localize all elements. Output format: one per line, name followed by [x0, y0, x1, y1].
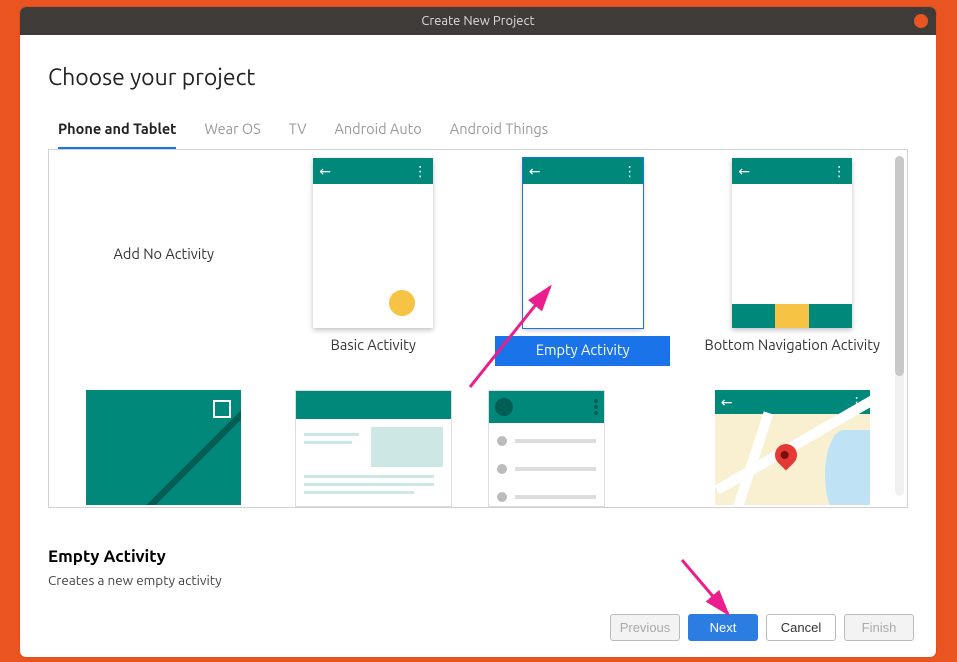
tab-wear-os[interactable]: Wear OS	[204, 116, 260, 150]
back-arrow-icon: ←	[738, 164, 750, 178]
overflow-menu-icon: ⋮	[413, 164, 427, 178]
back-arrow-icon: ←	[529, 164, 541, 178]
dialog-window: Create New Project Choose your project P…	[20, 7, 936, 657]
selected-template-title: Empty Activity	[48, 547, 222, 566]
window-close-button[interactable]	[914, 14, 928, 28]
cancel-button[interactable]: Cancel	[766, 614, 836, 641]
tab-android-auto[interactable]: Android Auto	[334, 116, 421, 150]
template-label: Basic Activity	[331, 336, 416, 356]
template-label: Empty Activity	[495, 336, 670, 366]
fullscreen-icon	[213, 400, 231, 418]
template-fragment-activity[interactable]	[269, 390, 479, 507]
template-empty-activity[interactable]: ← ⋮ Empty Activity	[478, 158, 688, 378]
template-fullscreen-activity[interactable]	[59, 390, 269, 507]
template-gallery: Add No Activity ← ⋮ Basic Activity	[48, 149, 908, 508]
fab-icon	[389, 290, 415, 316]
finish-button[interactable]: Finish	[844, 614, 914, 641]
overflow-menu-icon: ⋮	[623, 164, 637, 178]
template-label: Bottom Navigation Activity	[704, 336, 880, 356]
tab-android-things[interactable]: Android Things	[450, 116, 548, 150]
template-label: Add No Activity	[114, 158, 215, 348]
template-master-detail-activity[interactable]	[478, 390, 688, 507]
tab-phone-tablet[interactable]: Phone and Tablet	[58, 116, 176, 150]
overflow-menu-icon	[594, 398, 598, 416]
vertical-scrollbar[interactable]	[895, 156, 904, 496]
template-bottom-navigation-activity[interactable]: ← ⋮ Bottom Navigation Activity	[688, 158, 898, 378]
template-add-no-activity[interactable]: Add No Activity	[59, 158, 269, 378]
window-title: Create New Project	[421, 14, 534, 28]
selected-template-description: Creates a new empty activity	[48, 572, 222, 588]
previous-button[interactable]: Previous	[610, 614, 680, 641]
tab-bar: Phone and Tablet Wear OS TV Android Auto…	[48, 116, 908, 150]
overflow-menu-icon: ⋮	[832, 164, 846, 178]
page-heading: Choose your project	[48, 65, 908, 90]
avatar-icon	[495, 398, 513, 416]
title-bar: Create New Project	[20, 7, 936, 35]
bottom-nav-icon	[732, 304, 852, 328]
back-arrow-icon: ←	[319, 164, 331, 178]
back-arrow-icon: ←	[721, 394, 733, 411]
template-maps-activity[interactable]: ←⋮	[688, 390, 898, 507]
next-button[interactable]: Next	[688, 614, 758, 641]
tab-tv[interactable]: TV	[289, 116, 307, 150]
template-basic-activity[interactable]: ← ⋮ Basic Activity	[269, 158, 479, 378]
